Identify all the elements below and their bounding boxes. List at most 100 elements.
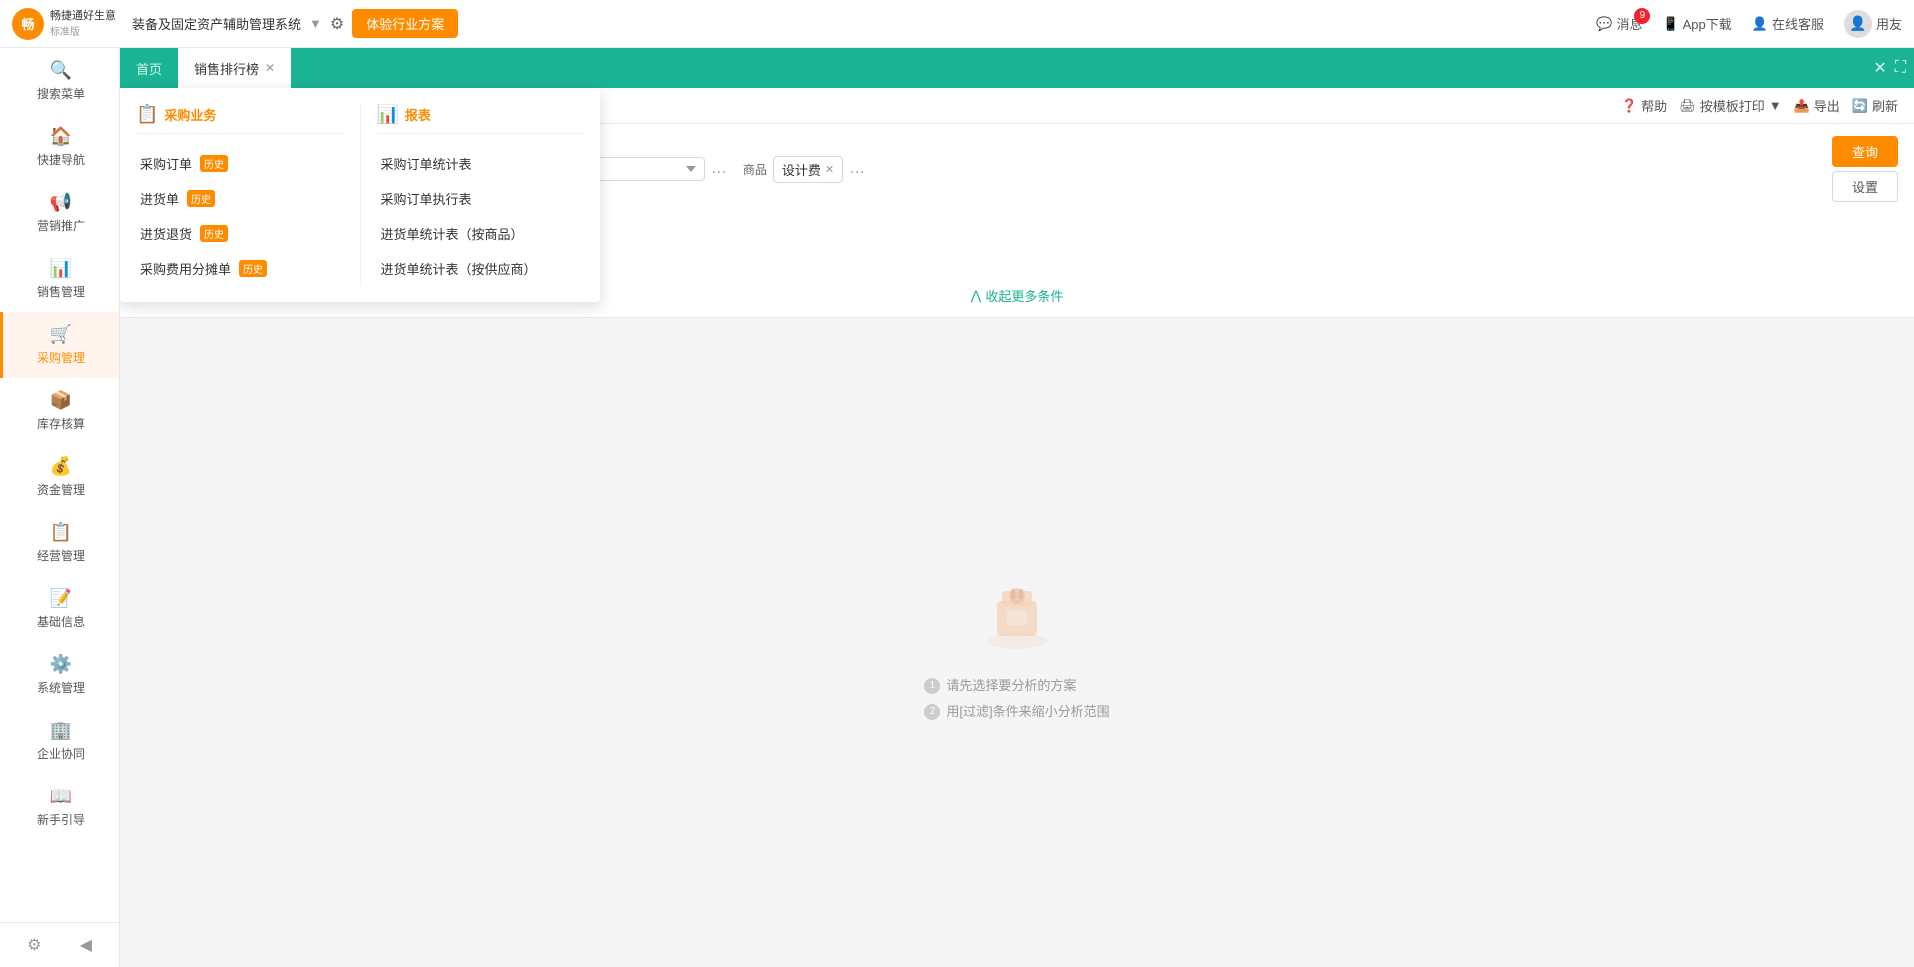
- print-dropdown-icon[interactable]: ▼: [1769, 98, 1782, 113]
- purchase-section-icon: 📋: [136, 104, 158, 125]
- message-icon: 💬: [1596, 16, 1612, 32]
- sidebar-label-finance: 资金管理: [37, 481, 85, 498]
- dropdown-item-expense[interactable]: 采购费用分摊单 历史: [136, 251, 344, 286]
- sidebar-item-purchase[interactable]: 🛒 采购管理: [0, 312, 119, 378]
- content-area: 首页 销售排行榜 ✕ ✕ ⛶ 📋 采购业务 采购订单: [120, 48, 1914, 967]
- sidebar-item-enterprise[interactable]: 🏢 企业协同: [0, 708, 119, 774]
- sidebar-item-inventory[interactable]: 📦 库存核算: [0, 378, 119, 444]
- tab-sales-rank[interactable]: 销售排行榜 ✕: [178, 48, 291, 88]
- tab-close-all-icon[interactable]: ✕: [1873, 58, 1886, 78]
- logo-text: 畅捷通好生意 标准版: [50, 9, 116, 38]
- logo-icon: 畅: [12, 8, 44, 40]
- sidebar-label-guide: 新手引导: [37, 811, 85, 828]
- empty-state: 1 请先选择要分析的方案 2 用[过滤]条件来缩小分析范围: [120, 318, 1914, 967]
- query-btn[interactable]: 查询: [1832, 136, 1898, 167]
- basic-info-icon: 📝: [50, 588, 72, 609]
- sidebar-item-system[interactable]: ⚙️ 系统管理: [0, 642, 119, 708]
- sidebar-item-finance[interactable]: 💰 资金管理: [0, 444, 119, 510]
- dropdown-item-purchase-order[interactable]: 采购订单 历史: [136, 146, 344, 181]
- sidebar-item-search[interactable]: 🔍 搜索菜单: [0, 48, 119, 114]
- sidebar-label-sales: 销售管理: [37, 283, 85, 300]
- export-btn[interactable]: 📤 导出: [1794, 96, 1840, 115]
- dropdown-item-order-stats[interactable]: 采购订单统计表: [377, 146, 585, 181]
- sidebar-label-quick-nav: 快捷导航: [37, 151, 85, 168]
- online-service-btn[interactable]: 👤 在线客服: [1752, 14, 1824, 33]
- settings-bottom-icon[interactable]: ⚙: [27, 935, 41, 955]
- app-download-btn[interactable]: 📱 App下载: [1662, 14, 1731, 33]
- operations-icon: 📋: [50, 522, 72, 543]
- incoming-stats-supplier-label: 进货单统计表（按供应商）: [381, 259, 537, 278]
- sidebar-item-marketing[interactable]: 📢 营销推广: [0, 180, 119, 246]
- home-icon: 🏠: [50, 126, 72, 147]
- purchase-order-label: 采购订单: [140, 154, 192, 173]
- tab-sales-rank-label: 销售排行榜: [194, 59, 259, 78]
- phone-icon: 📱: [1662, 16, 1678, 32]
- sidebar-item-sales[interactable]: 📊 销售管理: [0, 246, 119, 312]
- sidebar: 🔍 搜索菜单 🏠 快捷导航 📢 营销推广 📊 销售管理 🛒 采购管理 📦 库存核…: [0, 48, 120, 967]
- tab-bar: 首页 销售排行榜 ✕ ✕ ⛶ 📋 采购业务 采购订单: [120, 48, 1914, 88]
- system-title: 装备及固定资产辅助管理系统: [132, 14, 301, 33]
- search-icon: 🔍: [50, 60, 72, 81]
- empty-tips: 1 请先选择要分析的方案 2 用[过滤]条件来缩小分析范围: [924, 673, 1109, 725]
- help-icon: ❓: [1621, 98, 1637, 114]
- sidebar-item-guide[interactable]: 📖 新手引导: [0, 774, 119, 840]
- finance-icon: 💰: [50, 456, 72, 477]
- goods-more-icon[interactable]: …: [849, 160, 865, 178]
- marketing-icon: 📢: [50, 192, 72, 213]
- sidebar-item-quick-nav[interactable]: 🏠 快捷导航: [0, 114, 119, 180]
- goods-tag-close-icon[interactable]: ✕: [825, 163, 834, 176]
- sidebar-item-operations[interactable]: 📋 经营管理: [0, 510, 119, 576]
- hist-badge-expense: 历史: [239, 260, 267, 277]
- goods-tag: 设计费 ✕: [773, 156, 843, 183]
- collapse-sidebar-icon[interactable]: ◀: [80, 935, 92, 955]
- sales-icon: 📊: [50, 258, 72, 279]
- tab-home[interactable]: 首页: [120, 48, 178, 88]
- refresh-btn[interactable]: 🔄 刷新: [1852, 96, 1898, 115]
- expense-label: 采购费用分摊单: [140, 259, 231, 278]
- system-title-area: 装备及固定资产辅助管理系统 ▼ ⚙ 体验行业方案: [132, 9, 1596, 38]
- export-icon: 📤: [1794, 98, 1810, 114]
- dropdown-item-order-exec[interactable]: 采购订单执行表: [377, 181, 585, 216]
- industry-btn[interactable]: 体验行业方案: [352, 9, 458, 38]
- refresh-icon: 🔄: [1852, 98, 1868, 114]
- sidebar-label-search: 搜索菜单: [37, 85, 85, 102]
- message-btn[interactable]: 💬 消息 9: [1596, 14, 1642, 33]
- tab-home-label: 首页: [136, 59, 162, 78]
- tab-expand-icon[interactable]: ⛶: [1895, 59, 1906, 77]
- empty-illustration: [967, 561, 1067, 661]
- help-btn[interactable]: ❓ 帮助: [1621, 96, 1667, 115]
- purchase-dropdown-menu: 📋 采购业务 采购订单 历史 进货单 历史 进货退货 历史: [120, 88, 600, 302]
- app-download-label: App下载: [1683, 14, 1732, 33]
- set-btn[interactable]: 设置: [1832, 171, 1898, 202]
- hist-badge-purchase-order: 历史: [200, 155, 228, 172]
- purchase-icon: 🛒: [50, 324, 72, 345]
- voucher-status-select[interactable]: [585, 157, 705, 181]
- hist-badge-incoming: 历史: [187, 190, 215, 207]
- print-btn[interactable]: 🖨 按模板打印 ▼: [1679, 96, 1781, 115]
- dropdown-item-incoming[interactable]: 进货单 历史: [136, 181, 344, 216]
- filter-goods: 商品 设计费 ✕ …: [743, 156, 865, 183]
- gear-icon[interactable]: ⚙: [330, 14, 344, 34]
- dropdown-purchase-title: 📋 采购业务: [136, 104, 344, 134]
- action-buttons: 查询 设置: [1832, 136, 1898, 202]
- sidebar-item-basic-info[interactable]: 📝 基础信息: [0, 576, 119, 642]
- sidebar-label-basic-info: 基础信息: [37, 613, 85, 630]
- dropdown-item-incoming-stats-goods[interactable]: 进货单统计表（按商品）: [377, 216, 585, 251]
- empty-tip-2: 2 用[过滤]条件来缩小分析范围: [924, 699, 1109, 725]
- voucher-status-more-icon[interactable]: …: [711, 160, 727, 178]
- user-btn[interactable]: 👤 用友: [1844, 10, 1902, 38]
- incoming-label: 进货单: [140, 189, 179, 208]
- hist-badge-return: 历史: [200, 225, 228, 242]
- order-stats-label: 采购订单统计表: [381, 154, 472, 173]
- sidebar-label-system: 系统管理: [37, 679, 85, 696]
- service-icon: 👤: [1752, 16, 1768, 32]
- dropdown-item-return[interactable]: 进货退货 历史: [136, 216, 344, 251]
- print-icon: 🖨: [1679, 98, 1696, 114]
- dropdown-divider: [360, 104, 361, 286]
- goods-label: 商品: [743, 161, 767, 178]
- return-label: 进货退货: [140, 224, 192, 243]
- sidebar-bottom: ⚙ ◀: [0, 922, 119, 967]
- dropdown-item-incoming-stats-supplier[interactable]: 进货单统计表（按供应商）: [377, 251, 585, 286]
- system-title-dropdown-icon[interactable]: ▼: [309, 16, 322, 31]
- tab-close-icon[interactable]: ✕: [265, 61, 275, 75]
